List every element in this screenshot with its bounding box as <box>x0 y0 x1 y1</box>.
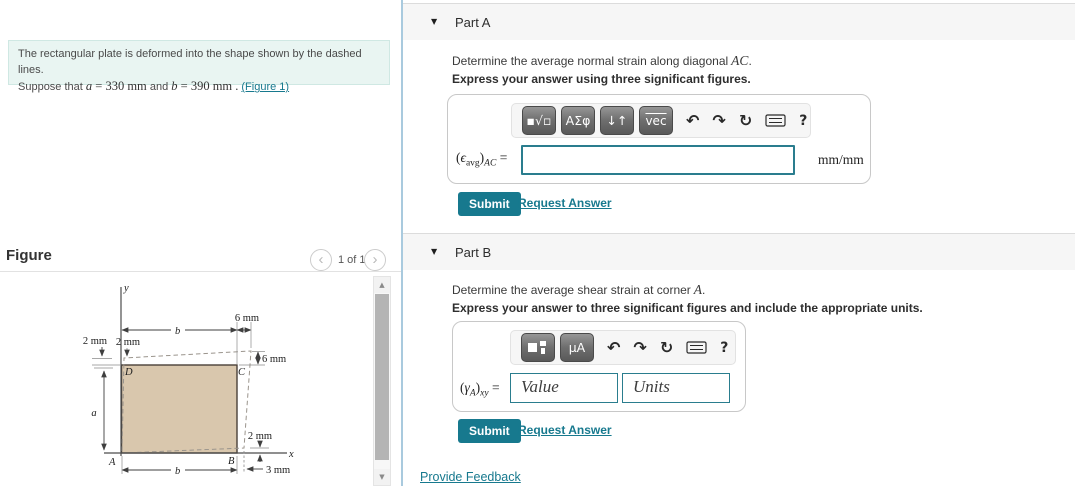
dim-b-top-label: b <box>175 326 180 337</box>
disp-d-label: 2 mm <box>116 337 140 348</box>
figure-page-count: 1 of 1 <box>338 254 366 266</box>
disp-right-label: 6 mm <box>262 354 286 365</box>
part-b-units-input[interactable] <box>622 373 730 403</box>
chevron-left-icon: ‹ <box>318 251 324 268</box>
figure-viewport: y x b 6 mm 2 mm 2 mm 6 mm a b 2 mm 3 mm … <box>0 275 372 486</box>
scrollbar-thumb[interactable] <box>375 294 389 460</box>
figure-scrollbar[interactable]: ▲ ▼ <box>373 276 391 486</box>
dim-a-label: a <box>91 408 96 419</box>
part-a-instruction: Express your answer using three signific… <box>452 72 751 86</box>
undo-icon[interactable]: ↶ <box>686 112 699 129</box>
help-icon[interactable]: ? <box>799 114 807 128</box>
units-template-icon <box>528 341 546 354</box>
figure-1-link[interactable]: (Figure 1) <box>241 81 289 93</box>
part-a-toolbar: ▪√▫ ΑΣφ ↓↑ vec ↶ ↷ ↻ ? <box>511 103 811 138</box>
part-b-title: Part B <box>455 245 492 260</box>
part-b-prompt: Determine the average shear strain at co… <box>452 282 706 297</box>
part-a-request-answer-link[interactable]: Request Answer <box>518 196 612 210</box>
part-a-answer-input[interactable] <box>521 145 795 175</box>
chevron-right-icon: › <box>372 251 378 268</box>
part-a-title: Part A <box>455 15 491 30</box>
corner-A-label: A <box>108 457 116 468</box>
greek-symbols-button[interactable]: ΑΣφ <box>561 106 595 135</box>
part-a-units: mm/mm <box>818 152 864 167</box>
part-b-header[interactable]: ▼ Part B <box>403 233 1075 270</box>
part-b-instruction: Express your answer to three significant… <box>452 301 923 315</box>
collapse-triangle-icon[interactable]: ▼ <box>431 17 437 26</box>
help-icon[interactable]: ? <box>720 341 728 355</box>
part-a-prompt: Determine the average normal strain alon… <box>452 53 752 68</box>
part-a-answer-box: ▪√▫ ΑΣφ ↓↑ vec ↶ ↷ ↻ ? (ϵavg)AC = mm/mm <box>447 94 871 184</box>
disp-b-up-label: 2 mm <box>248 431 272 442</box>
micro-units-button[interactable]: μA <box>560 333 594 362</box>
collapse-triangle-icon[interactable]: ▼ <box>431 247 437 256</box>
redo-icon[interactable]: ↷ <box>712 112 725 129</box>
units-template-button[interactable] <box>521 333 555 362</box>
corner-C-label: C <box>238 367 246 378</box>
scroll-up-icon[interactable]: ▲ <box>374 277 390 293</box>
provide-feedback-link[interactable]: Provide Feedback <box>420 470 521 484</box>
part-b-request-answer-link[interactable]: Request Answer <box>518 423 612 437</box>
reset-icon[interactable]: ↻ <box>739 112 752 129</box>
scroll-down-icon[interactable]: ▼ <box>374 469 390 485</box>
keyboard-icon[interactable] <box>765 114 786 127</box>
part-b-answer-box: μA ↶ ↷ ↻ ? (γA)xy = <box>452 321 746 412</box>
part-b-value-input[interactable] <box>510 373 618 403</box>
answer-panel: ▼ Part A Determine the average normal st… <box>403 0 1075 486</box>
figure-diagram: y x b 6 mm 2 mm 2 mm 6 mm a b 2 mm 3 mm … <box>83 283 294 477</box>
figure-section-title: Figure <box>6 247 52 264</box>
x-axis-label: x <box>288 449 294 460</box>
figure-next-button[interactable]: › <box>364 249 386 271</box>
reset-icon[interactable]: ↻ <box>660 339 673 356</box>
problem-statement: The rectangular plate is deformed into t… <box>8 40 390 93</box>
part-a-header[interactable]: ▼ Part A <box>403 3 1075 40</box>
undo-icon[interactable]: ↶ <box>607 339 620 356</box>
sqrt-template-button[interactable]: ▪√▫ <box>522 106 556 135</box>
redo-icon[interactable]: ↷ <box>633 339 646 356</box>
figure-prev-button[interactable]: ‹ <box>310 249 332 271</box>
part-a-answer-label: (ϵavg)AC = <box>456 150 508 169</box>
disp-b-right-label: 3 mm <box>266 465 290 476</box>
disp-left-label: 2 mm <box>83 336 107 347</box>
y-axis-label: y <box>123 283 129 294</box>
corner-D-label: D <box>124 367 133 378</box>
problem-panel: The rectangular plate is deformed into t… <box>0 0 401 486</box>
problem-line2: Suppose that a = 330 mm and b = 390 mm .… <box>18 79 290 94</box>
corner-B-label: B <box>228 456 235 467</box>
dim-b-bottom-label: b <box>175 466 180 477</box>
plate-rect <box>120 364 238 454</box>
vector-button[interactable]: vec <box>639 106 673 135</box>
part-b-submit-button[interactable]: Submit <box>458 419 521 443</box>
page: The rectangular plate is deformed into t… <box>0 0 1075 486</box>
part-a-submit-button[interactable]: Submit <box>458 192 521 216</box>
part-b-answer-label: (γA)xy = <box>460 380 500 399</box>
disp-top-label: 6 mm <box>235 313 259 324</box>
keyboard-icon[interactable] <box>686 341 707 354</box>
figure-divider <box>0 271 401 272</box>
updown-arrows-button[interactable]: ↓↑ <box>600 106 634 135</box>
problem-line1: The rectangular plate is deformed into t… <box>18 48 362 76</box>
part-b-toolbar: μA ↶ ↷ ↻ ? <box>510 330 736 365</box>
